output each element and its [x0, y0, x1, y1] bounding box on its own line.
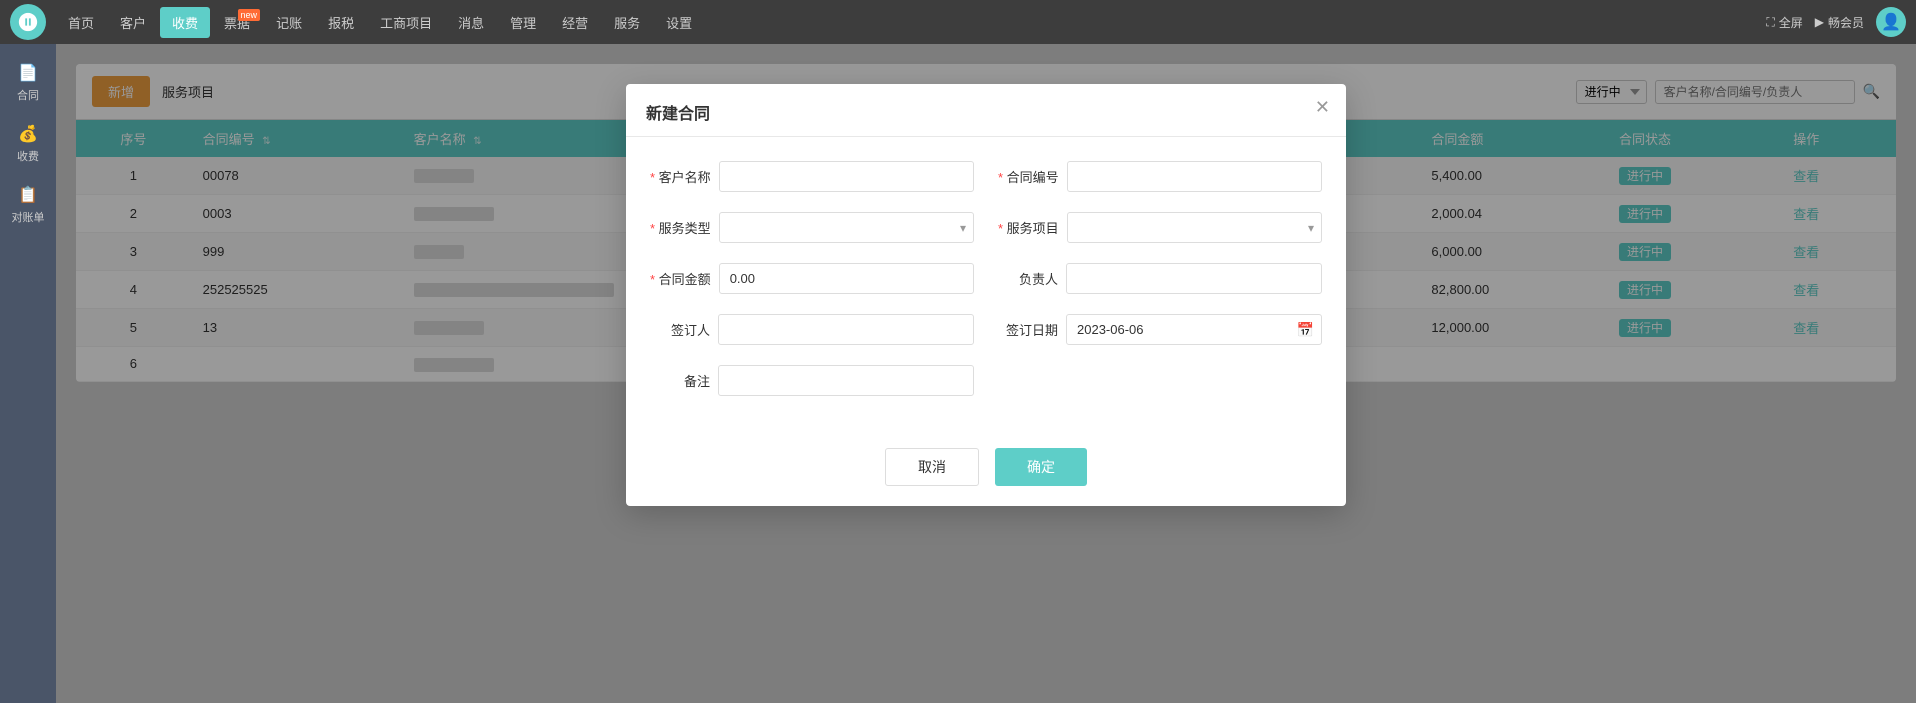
contract-no-label: 合同编号	[998, 167, 1059, 186]
fee-icon: 💰	[17, 123, 39, 145]
nav-settings[interactable]: 设置	[654, 7, 704, 38]
new-badge: new	[238, 9, 261, 21]
form-row-2: 服务类型 ▾ 服务项目 ▾	[650, 212, 1322, 243]
nav-right: ⛶ 全屏 ▶ 畅会员 👤	[1766, 7, 1906, 37]
contract-no-input[interactable]	[1067, 161, 1322, 192]
nav-client[interactable]: 客户	[108, 7, 158, 38]
modal-header: 新建合同 ✕	[626, 84, 1346, 137]
form-group-sign-date: 签订日期 📅	[998, 314, 1322, 345]
service-type-label: 服务类型	[650, 218, 711, 237]
service-item-select[interactable]	[1067, 212, 1322, 243]
form-row-5: 备注	[650, 365, 1322, 396]
nav-bookkeeping[interactable]: 记账	[264, 7, 314, 38]
sidebar-item-statement[interactable]: 📋 对账单	[3, 176, 53, 233]
remark-label: 备注	[650, 371, 710, 390]
modal-title: 新建合同	[646, 106, 710, 123]
content-area: 新增 服务项目 进行中 已完成 已取消 🔍 序号 合同编	[56, 44, 1916, 703]
form-group-service-item: 服务项目 ▾	[998, 212, 1322, 243]
fullscreen-icon: ⛶	[1766, 15, 1774, 30]
logo[interactable]	[10, 4, 46, 40]
sidebar-item-fee[interactable]: 💰 收费	[3, 115, 53, 172]
service-type-select[interactable]	[719, 212, 974, 243]
form-group-amount: 合同金额	[650, 263, 974, 294]
form-group-signer: 签订人	[650, 314, 974, 345]
responsible-label: 负责人	[998, 269, 1058, 288]
nav-home[interactable]: 首页	[56, 7, 106, 38]
client-name-input[interactable]	[719, 161, 974, 192]
form-row-3: 合同金额 负责人	[650, 263, 1322, 294]
fullscreen-btn[interactable]: ⛶ 全屏	[1766, 14, 1802, 31]
amount-input[interactable]	[719, 263, 974, 294]
modal-close-button[interactable]: ✕	[1315, 98, 1330, 116]
form-row-1: 客户名称 合同编号	[650, 161, 1322, 192]
signer-label: 签订人	[650, 320, 710, 339]
nav-operation[interactable]: 经营	[550, 7, 600, 38]
top-nav: 首页 客户 收费 票据 new 记账 报税 工商项目 消息 管理 经营 服务 设…	[0, 0, 1916, 44]
video-icon: ▶	[1815, 15, 1824, 29]
responsible-input[interactable]	[1066, 263, 1322, 294]
sign-date-label: 签订日期	[998, 320, 1058, 339]
form-group-responsible: 负责人	[998, 263, 1322, 294]
amount-label: 合同金额	[650, 269, 711, 288]
sign-date-wrap: 📅	[1066, 314, 1322, 345]
cancel-button[interactable]: 取消	[885, 448, 979, 486]
service-item-wrap: ▾	[1067, 212, 1322, 243]
form-group-contract-no: 合同编号	[998, 161, 1322, 192]
form-group-service-type: 服务类型 ▾	[650, 212, 974, 243]
remark-input[interactable]	[718, 365, 974, 396]
nav-business[interactable]: 工商项目	[368, 7, 444, 38]
nav-message[interactable]: 消息	[446, 7, 496, 38]
form-group-client-name: 客户名称	[650, 161, 974, 192]
form-row-4: 签订人 签订日期 📅	[650, 314, 1322, 345]
new-contract-modal: 新建合同 ✕ 客户名称 合同编号	[626, 84, 1346, 506]
service-type-wrap: ▾	[719, 212, 974, 243]
modal-overlay: 新建合同 ✕ 客户名称 合同编号	[56, 44, 1916, 703]
signer-input[interactable]	[718, 314, 974, 345]
statement-icon: 📋	[17, 184, 39, 206]
nav-fee[interactable]: 收费	[160, 7, 210, 38]
nav-tax[interactable]: 报税	[316, 7, 366, 38]
nav-manage[interactable]: 管理	[498, 7, 548, 38]
sidebar-label-statement: 对账单	[12, 209, 45, 225]
main-layout: 📄 合同 💰 收费 📋 对账单 新增 服务项目 进行中 已完成 已取消	[0, 44, 1916, 703]
confirm-button[interactable]: 确定	[995, 448, 1087, 486]
sign-date-input[interactable]	[1066, 314, 1322, 345]
sidebar: 📄 合同 💰 收费 📋 对账单	[0, 44, 56, 703]
sidebar-label-contract: 合同	[17, 87, 39, 103]
client-name-label: 客户名称	[650, 167, 711, 186]
modal-body: 客户名称 合同编号 服务类型	[626, 137, 1346, 432]
service-item-label: 服务项目	[998, 218, 1059, 237]
contract-icon: 📄	[17, 62, 39, 84]
nav-items: 首页 客户 收费 票据 new 记账 报税 工商项目 消息 管理 经营 服务 设…	[56, 7, 1766, 38]
sidebar-item-contract[interactable]: 📄 合同	[3, 54, 53, 111]
form-group-remark: 备注	[650, 365, 974, 396]
nav-service[interactable]: 服务	[602, 7, 652, 38]
modal-footer: 取消 确定	[626, 432, 1346, 506]
member-btn[interactable]: ▶ 畅会员	[1815, 14, 1864, 31]
form-group-placeholder	[998, 365, 1322, 396]
user-avatar[interactable]: 👤	[1876, 7, 1906, 37]
member-label: 畅会员	[1828, 14, 1864, 31]
fullscreen-label: 全屏	[1779, 14, 1803, 31]
sidebar-label-fee: 收费	[17, 148, 39, 164]
nav-invoice[interactable]: 票据 new	[212, 7, 262, 38]
